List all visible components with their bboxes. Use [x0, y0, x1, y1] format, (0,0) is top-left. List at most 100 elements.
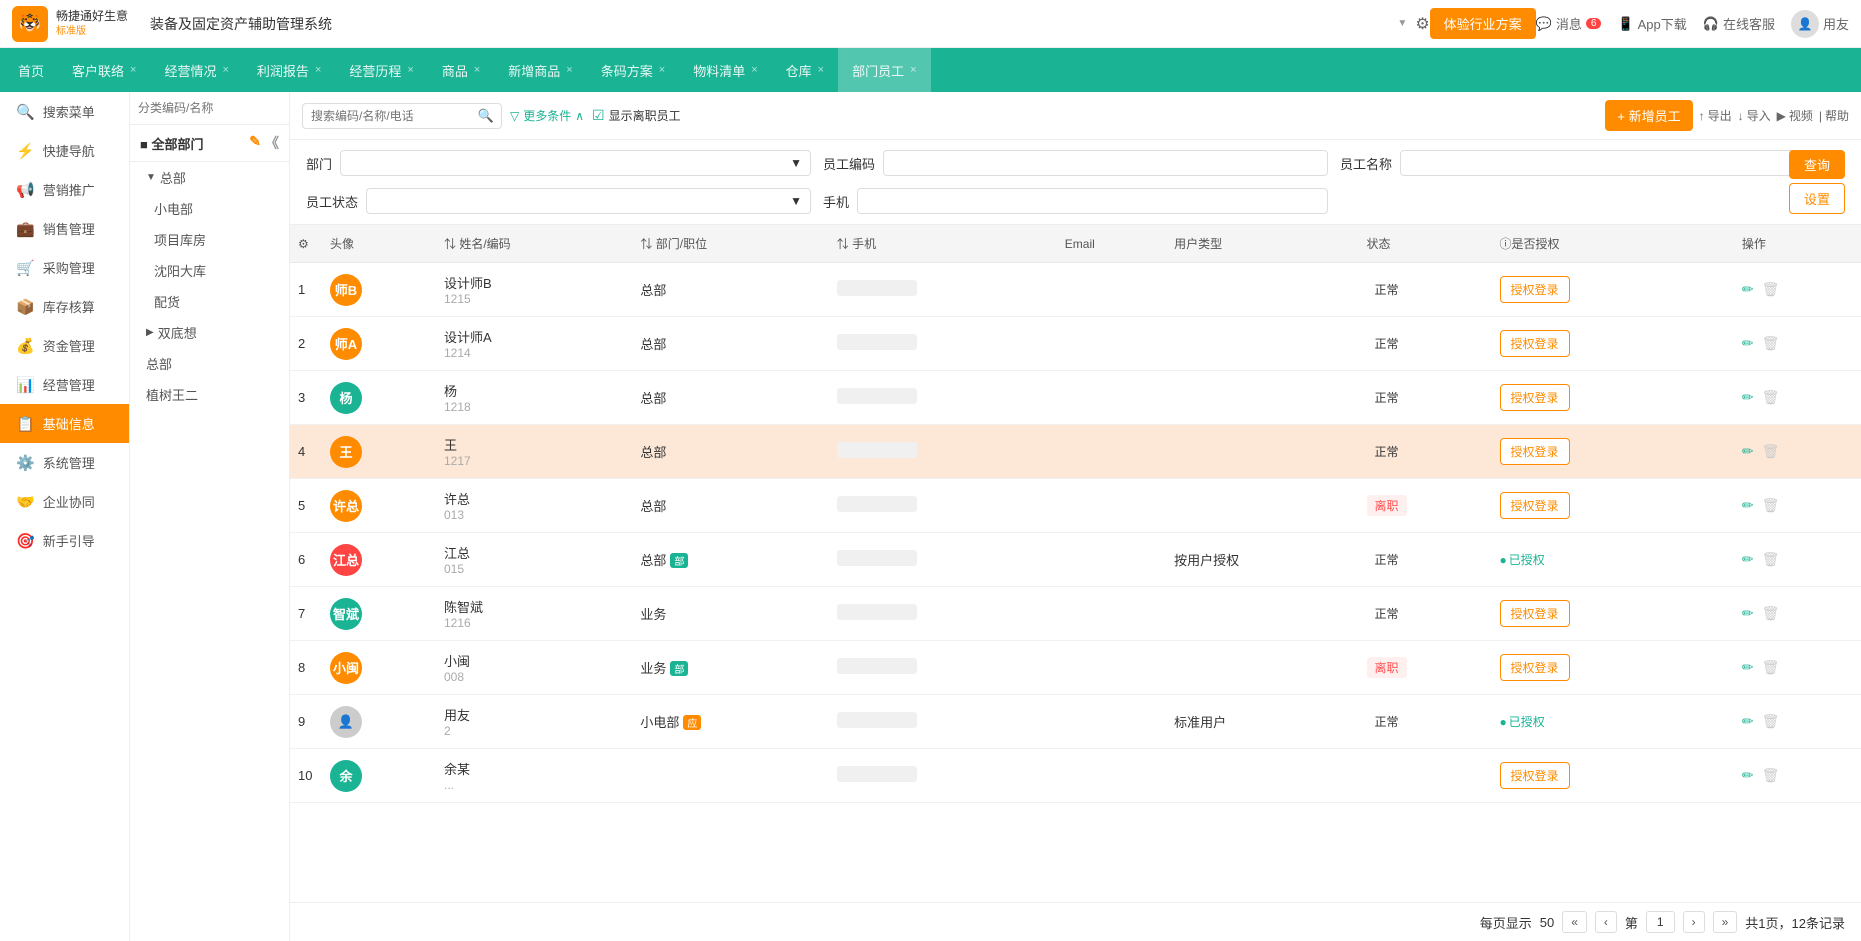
first-page-button[interactable]: «	[1562, 911, 1587, 933]
sidebar-item-search[interactable]: 🔍搜索菜单	[0, 92, 129, 131]
delete-icon[interactable]: 🗑	[1762, 551, 1780, 568]
close-icon[interactable]: ×	[130, 64, 136, 76]
edit-icon[interactable]: ✏	[1742, 281, 1754, 298]
emp-code-input[interactable]	[883, 150, 1328, 176]
tab-journey[interactable]: 经营历程 ×	[335, 48, 427, 92]
tree-collapse-icon[interactable]: 《	[265, 133, 279, 153]
tree-node-distribution[interactable]: 配货	[130, 286, 289, 317]
delete-icon[interactable]: 🗑	[1762, 281, 1780, 298]
delete-icon[interactable]: 🗑	[1762, 713, 1780, 730]
tree-node-xiaodibu[interactable]: 小电部	[130, 193, 289, 224]
sidebar-item-inventory[interactable]: 📦库存核算	[0, 287, 129, 326]
phone-input[interactable]	[857, 188, 1328, 214]
tab-warehouse[interactable]: 仓库 ×	[772, 48, 838, 92]
sidebar-item-sales[interactable]: 💼销售管理	[0, 209, 129, 248]
tab-employees[interactable]: 部门员工 ×	[838, 48, 930, 92]
message-button[interactable]: 💬 消息 6	[1536, 14, 1602, 33]
tree-node-project[interactable]: 项目库房	[130, 224, 289, 255]
sidebar-item-quicknav[interactable]: ⚡快捷导航	[0, 131, 129, 170]
auth-button[interactable]: 授权登录	[1500, 330, 1570, 357]
tab-profit[interactable]: 利润报告 ×	[243, 48, 335, 92]
tab-home[interactable]: 首页	[4, 48, 58, 92]
sidebar-item-enterprise[interactable]: 🤝企业协同	[0, 482, 129, 521]
delete-icon[interactable]: 🗑	[1762, 497, 1780, 514]
info-icon[interactable]: ⓘ	[1500, 237, 1512, 251]
next-page-button[interactable]: ›	[1683, 911, 1705, 933]
auth-button[interactable]: 授权登录	[1500, 276, 1570, 303]
tab-barcode[interactable]: 条码方案 ×	[587, 48, 679, 92]
show-resigned-toggle[interactable]: ☑ 显示离职员工	[592, 107, 681, 124]
delete-icon[interactable]: 🗑	[1762, 335, 1780, 352]
tab-add-goods[interactable]: 新增商品 ×	[494, 48, 586, 92]
delete-icon[interactable]: 🗑	[1762, 443, 1780, 460]
query-button[interactable]: 查询	[1789, 150, 1845, 179]
edit-icon[interactable]: ✏	[1742, 767, 1754, 784]
sidebar-item-purchase[interactable]: 🛒采购管理	[0, 248, 129, 287]
edit-icon[interactable]: ✏	[1742, 551, 1754, 568]
tree-edit-icon[interactable]: ✎	[249, 133, 261, 153]
view-button[interactable]: ▶ 视频	[1777, 107, 1813, 124]
close-icon[interactable]: ×	[751, 64, 757, 76]
gear-icon[interactable]: ⚙	[1415, 14, 1429, 34]
tab-goods[interactable]: 商品 ×	[428, 48, 494, 92]
edit-icon[interactable]: ✏	[1742, 443, 1754, 460]
auth-button[interactable]: 授权登录	[1500, 600, 1570, 627]
delete-icon[interactable]: 🗑	[1762, 659, 1780, 676]
emp-name-input[interactable]	[1400, 150, 1845, 176]
add-employee-button[interactable]: + 新增员工	[1605, 100, 1692, 131]
auth-button[interactable]: 授权登录	[1500, 492, 1570, 519]
auth-button[interactable]: 授权登录	[1500, 654, 1570, 681]
delete-icon[interactable]: 🗑	[1762, 605, 1780, 622]
auth-button[interactable]: 授权登录	[1500, 438, 1570, 465]
tree-node-shuangdi[interactable]: ▶ 双底想	[130, 317, 289, 348]
more-filter-button[interactable]: ▽ 更多条件 ∧	[510, 107, 584, 124]
close-icon[interactable]: ×	[222, 64, 228, 76]
edit-icon[interactable]: ✏	[1742, 497, 1754, 514]
col-dept[interactable]: ⇅ 部门/职位	[632, 225, 828, 263]
col-settings[interactable]: ⚙	[290, 225, 322, 263]
col-phone[interactable]: ⇅ 手机	[829, 225, 1057, 263]
auth-button[interactable]: 授权登录	[1500, 384, 1570, 411]
system-dropdown-arrow[interactable]: ▼	[1397, 18, 1407, 29]
edit-icon[interactable]: ✏	[1742, 389, 1754, 406]
edit-icon[interactable]: ✏	[1742, 659, 1754, 676]
help-button[interactable]: | 帮助	[1819, 107, 1849, 124]
app-download-button[interactable]: 📱 App下载	[1617, 14, 1686, 33]
tree-node-zongbu[interactable]: 总部	[130, 348, 289, 379]
auth-button[interactable]: 授权登录	[1500, 762, 1570, 789]
emp-status-select[interactable]: ▼	[366, 188, 811, 214]
delete-icon[interactable]: 🗑	[1762, 767, 1780, 784]
current-page[interactable]: 1	[1646, 911, 1675, 933]
delete-icon[interactable]: 🗑	[1762, 389, 1780, 406]
close-icon[interactable]: ×	[659, 64, 665, 76]
edit-icon[interactable]: ✏	[1742, 713, 1754, 730]
sidebar-item-marketing[interactable]: 📢营销推广	[0, 170, 129, 209]
export-button[interactable]: ↑ 导出	[1699, 107, 1732, 124]
last-page-button[interactable]: »	[1713, 911, 1738, 933]
tree-node-shenyang[interactable]: 沈阳大库	[130, 255, 289, 286]
tab-bom[interactable]: 物料清单 ×	[679, 48, 771, 92]
import-button[interactable]: ↓ 导入	[1738, 107, 1771, 124]
close-icon[interactable]: ×	[818, 64, 824, 76]
close-icon[interactable]: ×	[474, 64, 480, 76]
close-icon[interactable]: ×	[910, 64, 916, 76]
set-button[interactable]: 设置	[1789, 183, 1845, 214]
tab-customer[interactable]: 客户联络 ×	[58, 48, 150, 92]
sidebar-item-system[interactable]: ⚙️系统管理	[0, 443, 129, 482]
prev-page-button[interactable]: ‹	[1595, 911, 1617, 933]
sidebar-item-newbie[interactable]: 🎯新手引导	[0, 521, 129, 560]
sidebar-item-basic[interactable]: 📋基础信息	[0, 404, 129, 443]
close-icon[interactable]: ×	[315, 64, 321, 76]
sidebar-item-finance[interactable]: 💰资金管理	[0, 326, 129, 365]
online-service-button[interactable]: 🎧 在线客服	[1703, 14, 1775, 33]
edit-icon[interactable]: ✏	[1742, 605, 1754, 622]
close-icon[interactable]: ×	[566, 64, 572, 76]
sidebar-item-bizops[interactable]: 📊经营管理	[0, 365, 129, 404]
edit-icon[interactable]: ✏	[1742, 335, 1754, 352]
tree-search-input[interactable]	[138, 101, 290, 115]
user-menu[interactable]: 👤 用友	[1791, 10, 1849, 38]
col-name[interactable]: ⇅ 姓名/编码	[436, 225, 632, 263]
tab-operations[interactable]: 经营情况 ×	[150, 48, 242, 92]
search-input[interactable]	[302, 103, 502, 129]
trial-button[interactable]: 体验行业方案	[1430, 8, 1536, 39]
